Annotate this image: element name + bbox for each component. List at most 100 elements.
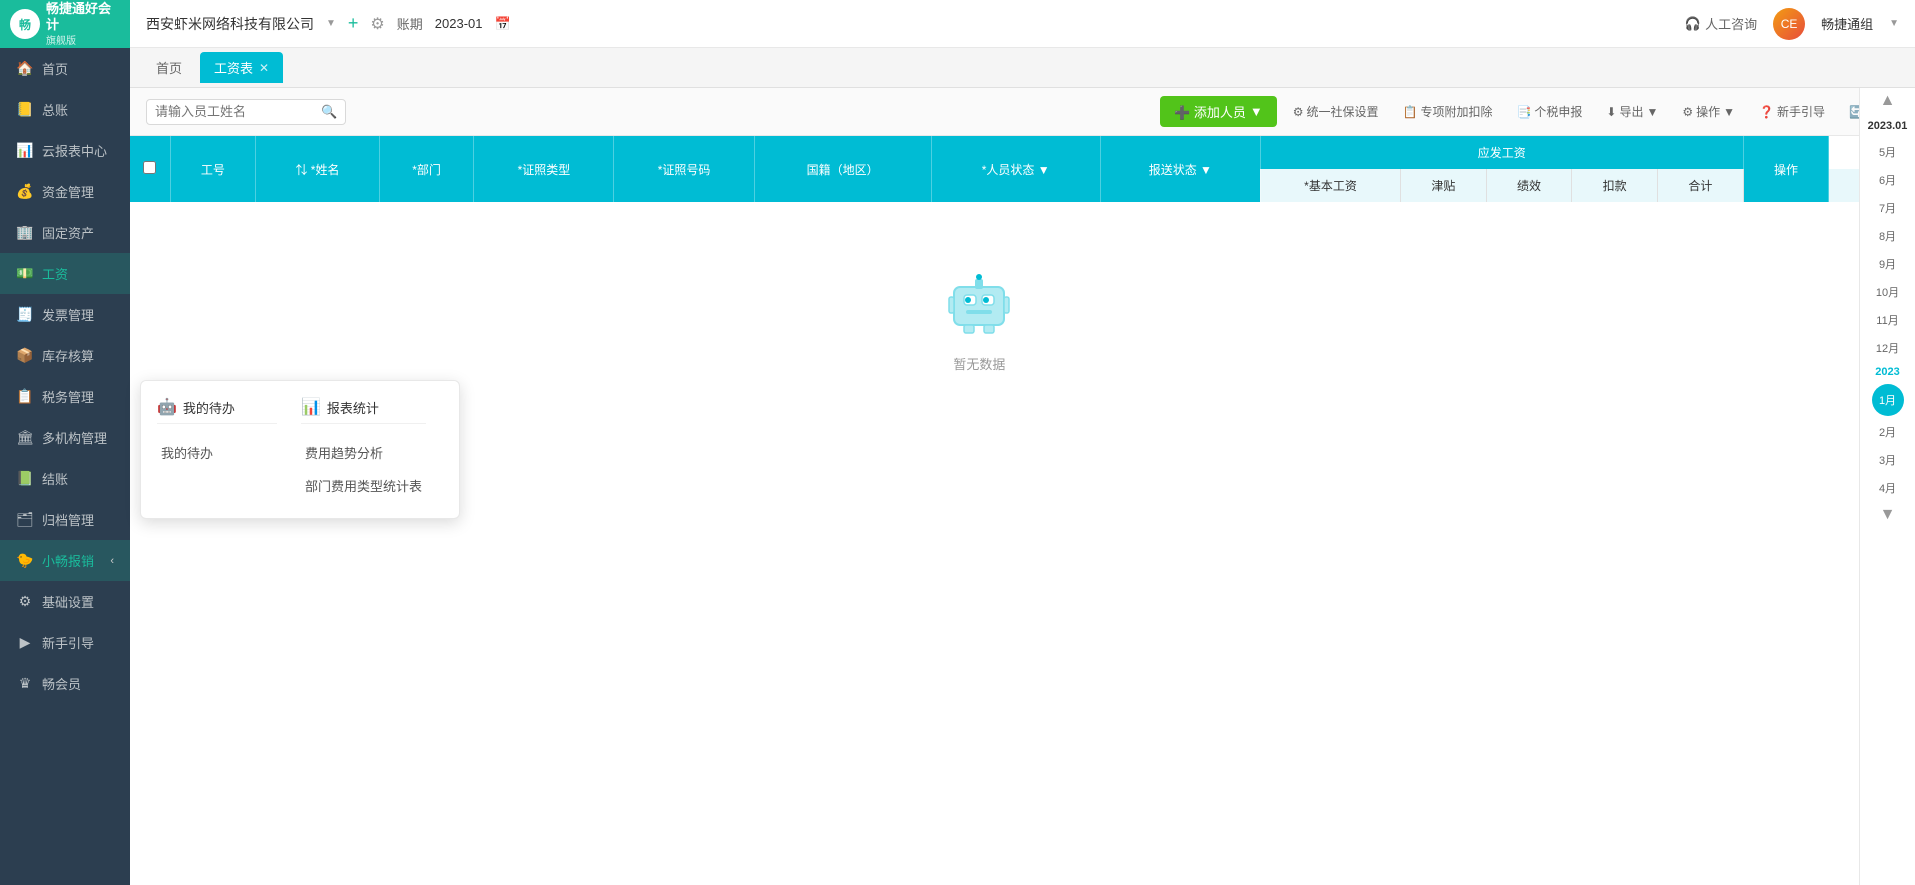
add-people-label: ➕ 添加人员	[1174, 102, 1246, 121]
nav-settings-label: 基础设置	[42, 592, 94, 611]
timeline-month-8[interactable]: 8月	[1860, 222, 1915, 250]
nav-invoice[interactable]: 🧾 发票管理	[0, 294, 130, 335]
export-btn[interactable]: ⬇ 导出 ▼	[1598, 99, 1666, 124]
nav-tax[interactable]: 📋 税务管理	[0, 376, 130, 417]
timeline-year-label: 2023.01	[1868, 114, 1908, 138]
timeline-month-2[interactable]: 2月	[1860, 418, 1915, 446]
nav-general-ledger[interactable]: 📒 总账	[0, 89, 130, 130]
col-performance: 绩效	[1486, 169, 1572, 202]
calendar-icon[interactable]: 📅	[495, 16, 511, 32]
sidebar: 畅 畅捷通好会计 旗舰版 🏠 首页 📒 总账 📊 云报表中心 💰 资金管理 🏢 …	[0, 0, 130, 885]
user-dropdown-icon[interactable]: ▼	[1889, 18, 1899, 29]
operations-dropdown-icon: ▼	[1723, 105, 1735, 119]
cloud-icon: 📊	[16, 142, 34, 159]
salary-icon: 💵	[16, 265, 34, 282]
inventory-icon: 📦	[16, 347, 34, 364]
new-guide-btn[interactable]: ❓ 新手引导	[1751, 99, 1833, 124]
add-people-button[interactable]: ➕ 添加人员 ▼	[1160, 96, 1277, 127]
popup-item-expense-trend[interactable]: 费用趋势分析	[301, 436, 426, 469]
nav-settings[interactable]: ⚙ 基础设置	[0, 581, 130, 622]
operations-icon: ⚙	[1682, 105, 1693, 119]
timeline-down-arrow[interactable]: ▼	[1876, 502, 1900, 528]
special-deduction-btn[interactable]: 📋 专项附加扣除	[1394, 99, 1500, 124]
customer-service-btn[interactable]: 🎧 人工咨询	[1685, 14, 1757, 33]
nav-cloud-report[interactable]: 📊 云报表中心	[0, 130, 130, 171]
tax-report-btn[interactable]: 📑 个税申报	[1508, 99, 1590, 124]
nav-multi-org[interactable]: 🏛 多机构管理	[0, 417, 130, 458]
timeline-month-6[interactable]: 6月	[1860, 166, 1915, 194]
social-insurance-label: 统一社保设置	[1306, 103, 1378, 120]
nav-home-label: 首页	[42, 59, 68, 78]
timeline-up-arrow[interactable]: ▲	[1876, 88, 1900, 114]
nav-closing-label: 结账	[42, 469, 68, 488]
social-insurance-btn[interactable]: ⚙ 统一社保设置	[1285, 99, 1387, 124]
timeline-month-11[interactable]: 11月	[1860, 306, 1915, 334]
timeline-month-3[interactable]: 3月	[1860, 446, 1915, 474]
timeline-month-9[interactable]: 9月	[1860, 250, 1915, 278]
company-name[interactable]: 西安虾米网络科技有限公司	[146, 14, 314, 34]
timeline-month-10[interactable]: 10月	[1860, 278, 1915, 306]
nav-fund[interactable]: 💰 资金管理	[0, 171, 130, 212]
export-label: 导出	[1619, 103, 1643, 120]
report-section-icon: 📊	[301, 397, 321, 417]
fixed-assets-icon: 🏢	[16, 224, 34, 241]
search-input[interactable]	[155, 104, 315, 119]
col-base-salary: *基本工资	[1260, 169, 1400, 202]
nav-guide[interactable]: ▶ 新手引导	[0, 622, 130, 663]
avatar[interactable]: CE	[1773, 8, 1805, 40]
checkbox-column[interactable]	[130, 136, 170, 202]
company-settings-icon[interactable]: ⚙	[370, 14, 384, 34]
vip-icon: ♛	[16, 675, 34, 692]
popup-section-report: 📊 报表统计 费用趋势分析 部门费用类型统计表	[301, 397, 426, 502]
col-operations: 操作	[1743, 136, 1829, 202]
special-deduction-label: 专项附加扣除	[1420, 103, 1492, 120]
expense-popup-menu: 🤖 我的待办 我的待办 📊 报表统计 费用趋势分析 部门费用类型统计表	[140, 380, 460, 519]
tax-report-label: 个税申报	[1534, 103, 1582, 120]
nav-closing[interactable]: 📗 结账	[0, 458, 130, 499]
timeline-month-12[interactable]: 12月	[1860, 334, 1915, 362]
company-dropdown-icon[interactable]: ▼	[326, 18, 336, 29]
social-insurance-icon: ⚙	[1293, 105, 1304, 119]
nav-cloud-label: 云报表中心	[42, 141, 107, 160]
timeline-current-year: 2023	[1875, 362, 1899, 382]
timeline-month-7[interactable]: 7月	[1860, 194, 1915, 222]
timeline-month-4[interactable]: 4月	[1860, 474, 1915, 502]
col-allowance: 津贴	[1401, 169, 1487, 202]
operations-btn[interactable]: ⚙ 操作 ▼	[1674, 99, 1743, 124]
nav-vip[interactable]: ♛ 畅会员	[0, 663, 130, 704]
nav-ledger-label: 总账	[42, 100, 68, 119]
timeline-month-5[interactable]: 5月	[1860, 138, 1915, 166]
nav-salary[interactable]: 💵 工资	[0, 253, 130, 294]
export-dropdown-icon: ▼	[1647, 105, 1659, 119]
app-logo: 畅 畅捷通好会计 旗舰版	[0, 0, 130, 48]
select-all-checkbox[interactable]	[143, 161, 156, 174]
search-icon: 🔍	[321, 104, 337, 120]
col-id-type: *证照类型	[474, 136, 614, 202]
timeline-month-1-active[interactable]: 1月	[1872, 384, 1904, 416]
col-total: 合计	[1658, 169, 1744, 202]
tab-salary[interactable]: 工资表 ✕	[200, 52, 283, 83]
tab-close-icon[interactable]: ✕	[259, 61, 269, 75]
nav-salary-label: 工资	[42, 264, 68, 283]
nav-fixed-assets[interactable]: 🏢 固定资产	[0, 212, 130, 253]
nav-vip-label: 畅会员	[42, 674, 81, 693]
tab-home[interactable]: 首页	[142, 52, 196, 83]
col-id-num: *证照号码	[614, 136, 754, 202]
nav-inventory[interactable]: 📦 库存核算	[0, 335, 130, 376]
popup-item-my-todo[interactable]: 我的待办	[157, 436, 277, 469]
home-icon: 🏠	[16, 60, 34, 77]
period-value: 2023-01	[435, 16, 483, 31]
popup-item-dept-expense[interactable]: 部门费用类型统计表	[301, 469, 426, 502]
nav-expense[interactable]: 🐤 小畅报销 ‹	[0, 540, 130, 581]
logo-text-block: 畅捷通好会计 旗舰版	[46, 1, 120, 47]
app-sub: 旗舰版	[46, 32, 120, 47]
nav-home[interactable]: 🏠 首页	[0, 48, 130, 89]
new-guide-icon: ❓	[1759, 105, 1774, 119]
popup-section-report-title: 📊 报表统计	[301, 397, 426, 424]
search-box: 🔍	[146, 99, 346, 125]
add-company-icon[interactable]: +	[348, 13, 359, 34]
nav-tax-label: 税务管理	[42, 387, 94, 406]
logo-icon: 畅	[10, 9, 40, 39]
top-header: 西安虾米网络科技有限公司 ▼ + ⚙ 账期 2023-01 📅 🎧 人工咨询 C…	[130, 0, 1915, 48]
nav-archive[interactable]: 🗂 归档管理	[0, 499, 130, 540]
